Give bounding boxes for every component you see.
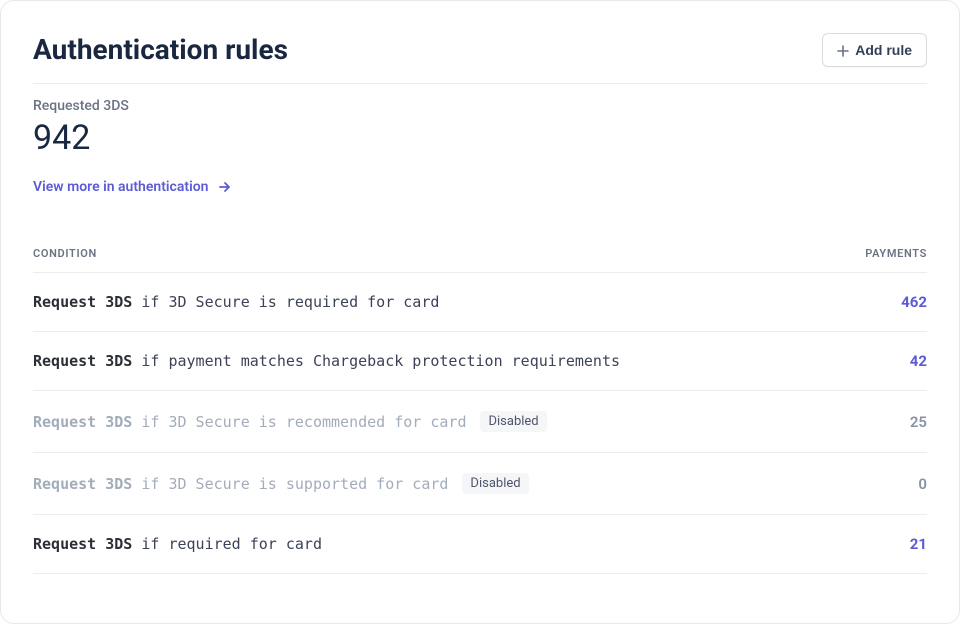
- rule-condition: Request 3DS if required for card: [33, 535, 322, 553]
- stat-label: Requested 3DS: [33, 98, 927, 114]
- panel-header: Authentication rules Add rule: [33, 33, 927, 84]
- add-rule-label: Add rule: [855, 42, 912, 58]
- rule-prefix: Request 3DS: [33, 535, 132, 553]
- payments-count[interactable]: 21: [910, 535, 927, 553]
- rule-tail: if payment matches Chargeback protection…: [141, 352, 620, 370]
- rule-tail: if 3D Secure is supported for card: [141, 475, 448, 493]
- payments-count[interactable]: 42: [910, 352, 927, 370]
- rule-prefix: Request 3DS: [33, 352, 132, 370]
- rule-condition-text: Request 3DS if 3D Secure is recommended …: [33, 413, 466, 431]
- rule-condition-text: Request 3DS if payment matches Chargebac…: [33, 352, 620, 370]
- rule-condition: Request 3DS if 3D Secure is supported fo…: [33, 473, 529, 494]
- rule-condition: Request 3DS if 3D Secure is required for…: [33, 293, 439, 311]
- rule-row[interactable]: Request 3DS if 3D Secure is supported fo…: [33, 453, 927, 515]
- rule-tail: if required for card: [141, 535, 322, 553]
- summary-block: Requested 3DS 942 View more in authentic…: [33, 84, 927, 227]
- rule-condition-text: Request 3DS if 3D Secure is required for…: [33, 293, 439, 311]
- add-rule-button[interactable]: Add rule: [822, 33, 927, 67]
- arrow-right-icon: [218, 180, 232, 194]
- rule-row[interactable]: Request 3DS if required for card 21: [33, 515, 927, 574]
- rules-table-body: Request 3DS if 3D Secure is required for…: [33, 273, 927, 574]
- rule-condition: Request 3DS if payment matches Chargebac…: [33, 352, 620, 370]
- rule-prefix: Request 3DS: [33, 293, 132, 311]
- authentication-rules-panel: Authentication rules Add rule Requested …: [0, 0, 960, 624]
- rule-condition-text: Request 3DS if required for card: [33, 535, 322, 553]
- payments-count: 25: [910, 413, 927, 431]
- disabled-badge: Disabled: [480, 411, 546, 432]
- view-more-link[interactable]: View more in authentication: [33, 179, 232, 219]
- payments-count: 0: [918, 475, 927, 493]
- rule-row[interactable]: Request 3DS if 3D Secure is recommended …: [33, 391, 927, 453]
- disabled-badge: Disabled: [462, 473, 528, 494]
- rule-prefix: Request 3DS: [33, 413, 132, 431]
- plus-icon: [837, 44, 849, 56]
- rule-condition: Request 3DS if 3D Secure is recommended …: [33, 411, 547, 432]
- stat-value: 942: [33, 120, 927, 157]
- col-payments: Payments: [865, 247, 927, 260]
- payments-count[interactable]: 462: [901, 293, 927, 311]
- rule-tail: if 3D Secure is recommended for card: [141, 413, 466, 431]
- rule-condition-text: Request 3DS if 3D Secure is supported fo…: [33, 475, 448, 493]
- page-title: Authentication rules: [33, 33, 288, 66]
- table-header: Condition Payments: [33, 227, 927, 273]
- col-condition: Condition: [33, 247, 97, 260]
- rule-prefix: Request 3DS: [33, 475, 132, 493]
- rule-row[interactable]: Request 3DS if payment matches Chargebac…: [33, 332, 927, 391]
- view-more-label: View more in authentication: [33, 179, 208, 195]
- rule-tail: if 3D Secure is required for card: [141, 293, 439, 311]
- rule-row[interactable]: Request 3DS if 3D Secure is required for…: [33, 273, 927, 332]
